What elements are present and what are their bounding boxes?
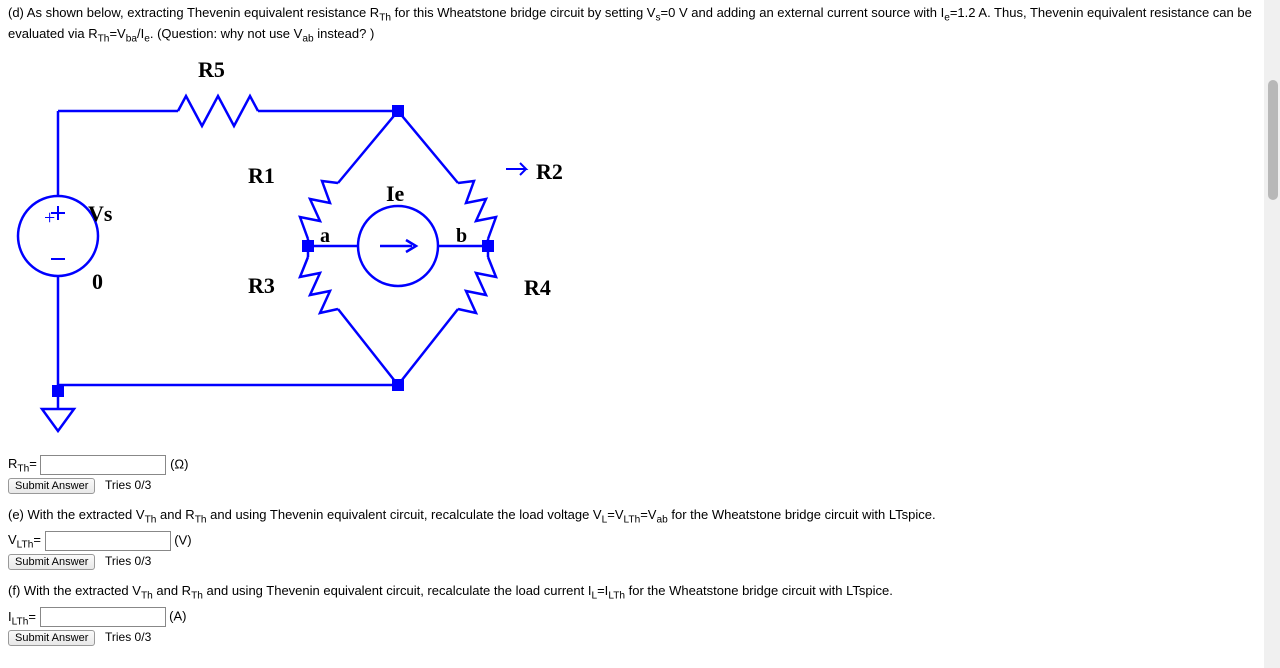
vlth-unit: (V) [174,532,191,547]
label-r1: R1 [248,163,275,189]
answer-f-row: ILTh= (A) [8,607,1272,627]
answer-d-row: RTh= (Ω) [8,455,1272,475]
label-r5: R5 [198,57,225,83]
label-r3: R3 [248,273,275,299]
label-node-a: a [320,225,330,248]
question-f-text: (f) With the extracted VTh and RTh and u… [8,582,1272,603]
label-ie: Ie [386,181,404,207]
question-d-text: (d) As shown below, extracting Thevenin … [8,4,1272,47]
vlth-input[interactable] [45,531,171,551]
submit-answer-d-button[interactable]: Submit Answer [8,478,95,494]
ilth-input[interactable] [40,607,166,627]
tries-e: Tries 0/3 [105,554,151,568]
vertical-scrollbar[interactable] [1264,0,1280,668]
answer-e-row: VLTh= (V) [8,531,1272,551]
label-r4: R4 [524,275,551,301]
rth-input[interactable] [40,455,166,475]
label-zero: 0 [92,269,103,295]
label-node-b: b [456,225,467,248]
question-e-text: (e) With the extracted VTh and RTh and u… [8,506,1272,527]
tries-d: Tries 0/3 [105,478,151,492]
submit-answer-f-button[interactable]: Submit Answer [8,630,95,646]
scrollbar-thumb[interactable] [1268,80,1278,200]
circuit-diagram: R5 R1 R2 R3 R4 Vs 0 Ie a b + [8,51,648,451]
tries-f: Tries 0/3 [105,630,151,644]
plus-icon: + [44,207,55,230]
ilth-unit: (A) [169,609,186,624]
rth-unit: (Ω) [170,456,188,471]
label-r2: R2 [536,159,563,185]
submit-answer-e-button[interactable]: Submit Answer [8,554,95,570]
label-vs: Vs [88,201,112,227]
